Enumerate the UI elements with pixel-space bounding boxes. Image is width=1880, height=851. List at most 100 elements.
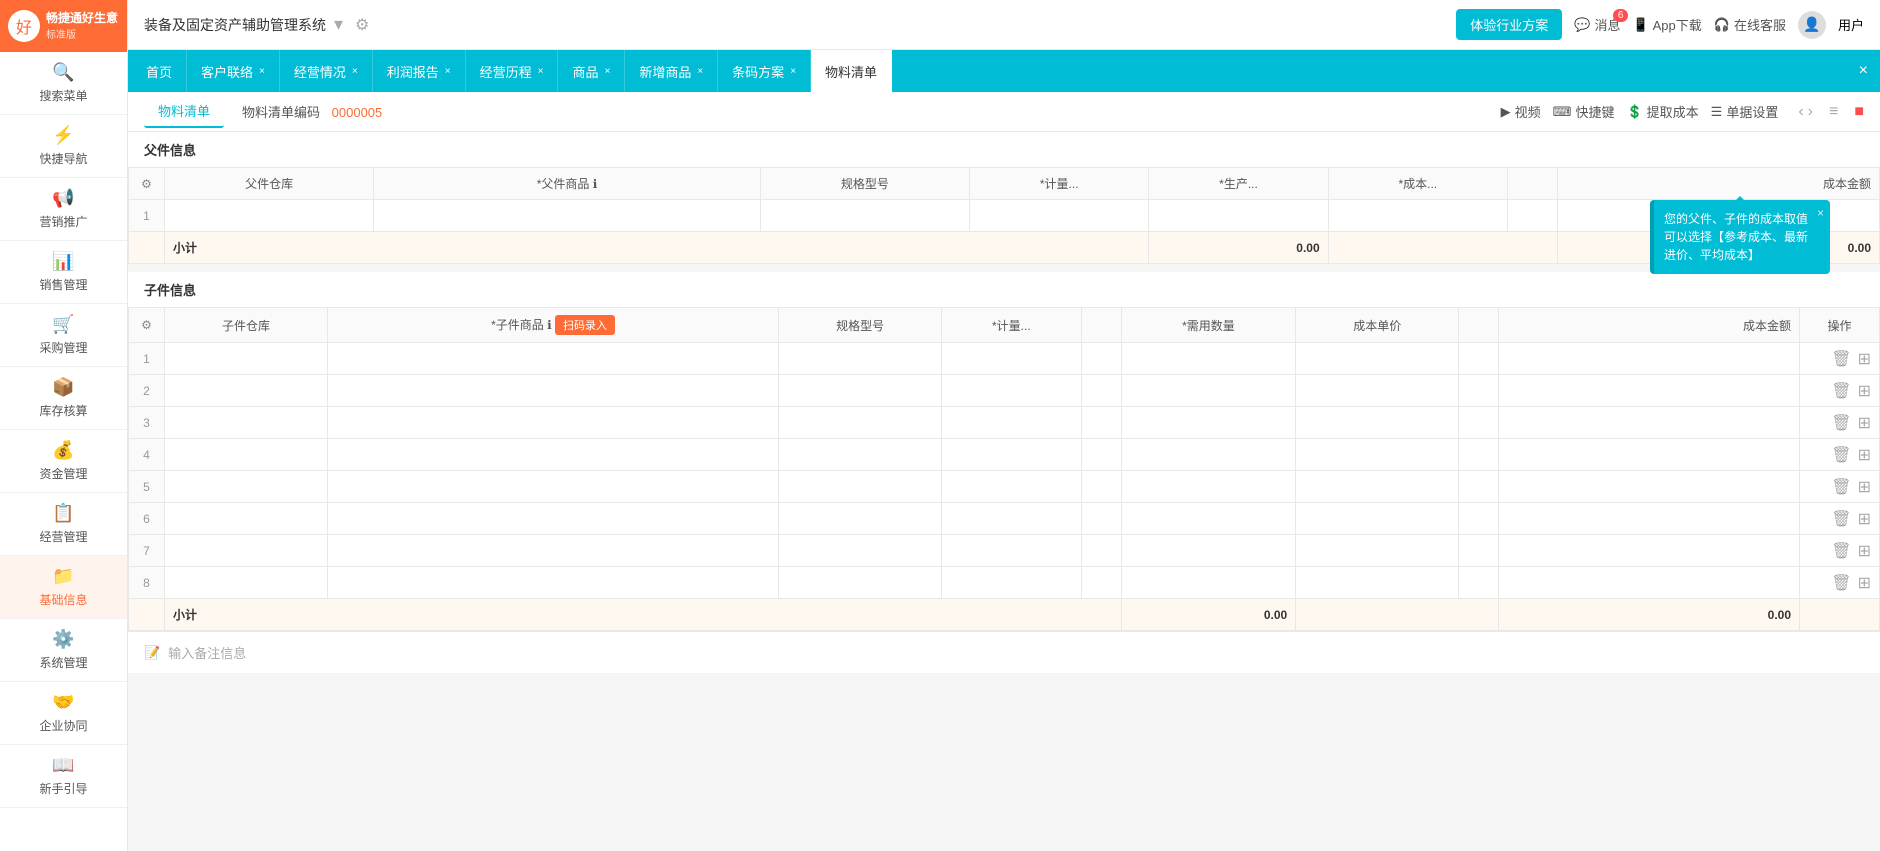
tab-barcode[interactable]: 条码方案 × xyxy=(718,50,811,92)
child-row-5-unit[interactable] xyxy=(942,471,1082,503)
parent-row-1-warehouse[interactable] xyxy=(165,200,374,232)
child-row-7-product[interactable] xyxy=(327,535,778,567)
child-row-1-product[interactable] xyxy=(327,343,778,375)
child-row-8-product[interactable] xyxy=(327,567,778,599)
sidebar-item-quick[interactable]: ⚡ 快捷导航 xyxy=(0,115,127,178)
child-row-2-spec[interactable] xyxy=(779,375,942,407)
child-row-1-delete-icon[interactable]: 🗑 xyxy=(1831,349,1851,369)
parent-row-1-unit[interactable] xyxy=(970,200,1149,232)
action-shortcut[interactable]: ⌨ 快捷键 xyxy=(1553,102,1615,121)
parent-row-1-cost[interactable] xyxy=(1328,200,1507,232)
child-row-3-unit[interactable] xyxy=(942,407,1082,439)
child-row-8-unit[interactable] xyxy=(942,567,1082,599)
parent-row-1-product[interactable] xyxy=(374,200,760,232)
child-row-3-warehouse[interactable] xyxy=(165,407,328,439)
child-row-1-copy-icon[interactable]: ⊞ xyxy=(1858,349,1871,369)
action-cost[interactable]: 💲 提取成本 xyxy=(1626,102,1698,121)
child-row-2-warehouse[interactable] xyxy=(165,375,328,407)
prev-button[interactable]: ‹ xyxy=(1798,103,1803,121)
child-row-7-unit-cost[interactable] xyxy=(1296,535,1459,567)
child-row-8-qty[interactable] xyxy=(1121,567,1296,599)
child-row-4-copy-icon[interactable]: ⊞ xyxy=(1858,445,1871,465)
sidebar-item-guide[interactable]: 📖 新手引导 xyxy=(0,745,127,808)
app-download-btn[interactable]: 📱 App下载 xyxy=(1632,15,1701,34)
messages-btn[interactable]: 💬 消息 6 xyxy=(1574,15,1620,34)
child-row-3-spec[interactable] xyxy=(779,407,942,439)
child-row-5-spec[interactable] xyxy=(779,471,942,503)
child-row-5-product[interactable] xyxy=(327,471,778,503)
child-row-1-qty[interactable] xyxy=(1121,343,1296,375)
child-row-7-spec[interactable] xyxy=(779,535,942,567)
scan-input-button[interactable]: 扫码录入 xyxy=(555,315,615,335)
child-row-5-delete-icon[interactable]: 🗑 xyxy=(1831,477,1851,497)
child-row-6-delete-icon[interactable]: 🗑 xyxy=(1831,509,1851,529)
tab-home[interactable]: 首页 xyxy=(132,50,187,92)
sidebar-item-enterprise[interactable]: 🤝 企业协同 xyxy=(0,682,127,745)
child-row-5-unit-cost[interactable] xyxy=(1296,471,1459,503)
sidebar-item-basic[interactable]: 📁 基础信息 xyxy=(0,556,127,619)
tab-customer[interactable]: 客户联络 × xyxy=(187,50,280,92)
child-row-8-unit-cost[interactable] xyxy=(1296,567,1459,599)
parent-row-1-spec[interactable] xyxy=(760,200,969,232)
child-row-2-copy-icon[interactable]: ⊞ xyxy=(1858,381,1871,401)
parent-row-1-produce[interactable] xyxy=(1149,200,1328,232)
tab-profit[interactable]: 利润报告 × xyxy=(373,50,466,92)
sidebar-item-purchase[interactable]: 🛒 采购管理 xyxy=(0,304,127,367)
child-row-6-unit-cost[interactable] xyxy=(1296,503,1459,535)
tab-new-goods[interactable]: 新增商品 × xyxy=(625,50,718,92)
child-row-8-copy-icon[interactable]: ⊞ xyxy=(1858,573,1871,593)
child-row-8-warehouse[interactable] xyxy=(165,567,328,599)
try-button[interactable]: 体验行业方案 xyxy=(1456,9,1562,40)
child-row-5-qty[interactable] xyxy=(1121,471,1296,503)
tooltip-close-button[interactable]: × xyxy=(1817,204,1824,222)
child-row-2-unit[interactable] xyxy=(942,375,1082,407)
child-row-5-warehouse[interactable] xyxy=(165,471,328,503)
view-toggle-button[interactable]: ≡ xyxy=(1829,103,1838,121)
child-row-6-warehouse[interactable] xyxy=(165,503,328,535)
tab-goods[interactable]: 商品 × xyxy=(558,50,625,92)
child-row-6-unit[interactable] xyxy=(942,503,1082,535)
child-row-5-copy-icon[interactable]: ⊞ xyxy=(1858,477,1871,497)
child-row-6-qty[interactable] xyxy=(1121,503,1296,535)
child-row-1-warehouse[interactable] xyxy=(165,343,328,375)
sidebar-item-inventory[interactable]: 📦 库存核算 xyxy=(0,367,127,430)
system-dropdown-icon[interactable]: ▾ xyxy=(334,14,343,35)
child-row-1-unit-cost[interactable] xyxy=(1296,343,1459,375)
child-row-7-warehouse[interactable] xyxy=(165,535,328,567)
child-row-6-product[interactable] xyxy=(327,503,778,535)
child-row-4-unit-cost[interactable] xyxy=(1296,439,1459,471)
child-row-7-unit[interactable] xyxy=(942,535,1082,567)
child-row-8-delete-icon[interactable]: 🗑 xyxy=(1831,573,1851,593)
user-avatar[interactable]: 👤 xyxy=(1798,11,1826,39)
sidebar-item-system[interactable]: ⚙️ 系统管理 xyxy=(0,619,127,682)
child-row-4-spec[interactable] xyxy=(779,439,942,471)
child-col-settings[interactable]: ⚙ xyxy=(129,308,165,343)
child-row-7-delete-icon[interactable]: 🗑 xyxy=(1831,541,1851,561)
child-row-2-delete-icon[interactable]: 🗑 xyxy=(1831,381,1851,401)
sidebar-item-marketing[interactable]: 📢 营销推广 xyxy=(0,178,127,241)
child-row-4-delete-icon[interactable]: 🗑 xyxy=(1831,445,1851,465)
tab-bom[interactable]: 物料清单 xyxy=(811,50,892,92)
child-row-2-unit-cost[interactable] xyxy=(1296,375,1459,407)
child-row-2-qty[interactable] xyxy=(1121,375,1296,407)
child-row-6-copy-icon[interactable]: ⊞ xyxy=(1858,509,1871,529)
action-video[interactable]: ▶ 视频 xyxy=(1501,102,1541,121)
child-row-8-spec[interactable] xyxy=(779,567,942,599)
child-row-3-qty[interactable] xyxy=(1121,407,1296,439)
sidebar-item-finance[interactable]: 💰 资金管理 xyxy=(0,430,127,493)
child-row-3-unit-cost[interactable] xyxy=(1296,407,1459,439)
next-button[interactable]: › xyxy=(1808,103,1813,121)
child-row-3-copy-icon[interactable]: ⊞ xyxy=(1858,413,1871,433)
parent-col-settings[interactable]: ⚙ xyxy=(129,168,165,200)
child-row-1-spec[interactable] xyxy=(779,343,942,375)
sidebar-item-sales[interactable]: 📊 销售管理 xyxy=(0,241,127,304)
settings-gear-icon[interactable]: ⚙ xyxy=(355,15,369,35)
child-row-7-qty[interactable] xyxy=(1121,535,1296,567)
child-row-4-warehouse[interactable] xyxy=(165,439,328,471)
close-tab-button[interactable]: ■ xyxy=(1854,103,1864,121)
tab-history[interactable]: 经营历程 × xyxy=(466,50,559,92)
child-row-3-product[interactable] xyxy=(327,407,778,439)
child-row-6-spec[interactable] xyxy=(779,503,942,535)
subtab-bom-code[interactable]: 物料清单编码 0000005 xyxy=(228,96,396,127)
child-row-7-copy-icon[interactable]: ⊞ xyxy=(1858,541,1871,561)
